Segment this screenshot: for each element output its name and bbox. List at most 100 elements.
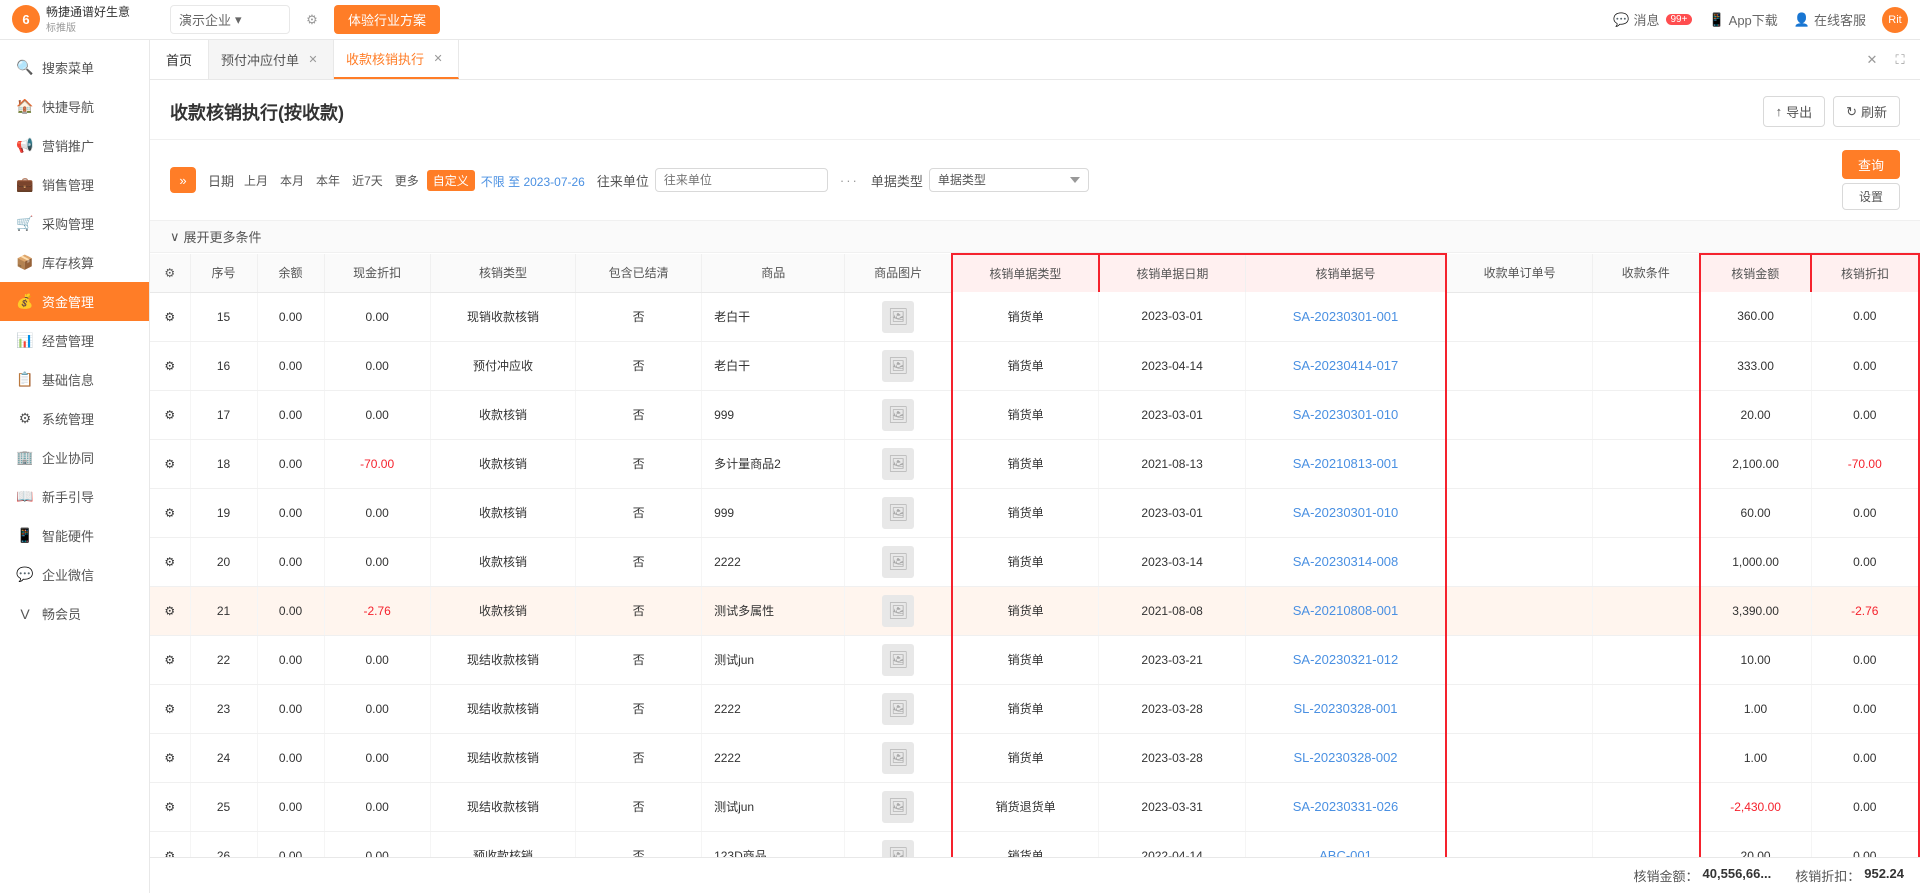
bill-no-link[interactable]: SA-20230321-012 [1293,652,1399,667]
cell-gear[interactable]: ⚙ [150,831,190,857]
bill-no-link[interactable]: SL-20230328-001 [1293,701,1397,716]
sidebar-item-corp-wx[interactable]: 💬 企业微信 [0,555,149,594]
app-download-button[interactable]: 📱 App下载 [1708,10,1777,29]
filter-expand-button[interactable]: » [170,167,196,193]
date-link-7days[interactable]: 近7天 [348,170,387,191]
cell-cash-discount: -70.00 [324,439,430,488]
cell-product-img: 🖼 [845,292,952,341]
trial-industry-button[interactable]: 体验行业方案 [334,5,440,34]
query-button[interactable]: 查询 [1842,150,1900,179]
cell-writeoff-type: 现销收款核销 [430,292,575,341]
close-window-button[interactable]: ✕ [1860,48,1884,72]
cell-gear[interactable]: ⚙ [150,586,190,635]
sidebar-item-inventory[interactable]: 📦 库存核算 [0,243,149,282]
cell-gear[interactable]: ⚙ [150,635,190,684]
online-service-button[interactable]: 👤 在线客服 [1794,10,1866,29]
cell-cash-discount: 0.00 [324,292,430,341]
cell-gear[interactable]: ⚙ [150,684,190,733]
bill-no-link[interactable]: ABC-001 [1319,848,1372,857]
cell-balance: 0.00 [257,684,324,733]
sidebar-item-operations[interactable]: 📊 经营管理 [0,321,149,360]
sidebar-item-label: 企业微信 [42,565,94,584]
bill-no-link[interactable]: SA-20210808-001 [1293,603,1399,618]
bill-no-link[interactable]: SA-20230301-001 [1293,309,1399,324]
cell-product: 测试jun [702,782,845,831]
cell-receipt-cond [1593,733,1700,782]
cell-include-settled: 否 [576,684,702,733]
sidebar-item-quick-nav[interactable]: 🏠 快捷导航 [0,87,149,126]
tab-receipt-exec[interactable]: 收款核销执行 ✕ [334,40,459,79]
settings-icon[interactable]: ⚙ [298,6,326,34]
bill-no-link[interactable]: SA-20230301-010 [1293,407,1399,422]
sidebar-item-guide[interactable]: 📖 新手引导 [0,477,149,516]
tab-prepay[interactable]: 预付冲应付单 ✕ [209,40,334,79]
cell-bill-date: 2022-04-14 [1099,831,1245,857]
maximize-button[interactable]: ⛶ [1888,48,1912,72]
date-link-this-month[interactable]: 本月 [276,170,308,191]
receipt-type-select[interactable]: 单据类型 [929,168,1089,192]
cell-balance: 0.00 [257,390,324,439]
cell-receipt-order-no [1446,341,1592,390]
sidebar-item-corp-collab[interactable]: 🏢 企业协同 [0,438,149,477]
total-amount-value: 40,556,66... [1703,866,1772,885]
sidebar-item-sales[interactable]: 💼 销售管理 [0,165,149,204]
cell-gear[interactable]: ⚙ [150,292,190,341]
bill-no-link[interactable]: SA-20230301-010 [1293,505,1399,520]
tab-home[interactable]: 首页 [150,40,209,79]
notifications-button[interactable]: 💬 消息 99+ [1613,10,1692,29]
bill-no-link[interactable]: SA-20230414-017 [1293,358,1399,373]
filter-settings-button[interactable]: 设置 [1842,183,1900,210]
cell-gear[interactable]: ⚙ [150,341,190,390]
export-button[interactable]: ↑ 导出 [1763,96,1826,127]
cell-bill-date: 2023-03-28 [1099,684,1245,733]
cell-gear[interactable]: ⚙ [150,488,190,537]
cell-cash-discount: 0.00 [324,488,430,537]
cell-bill-type: 销货退货单 [952,782,1099,831]
tab-close-receipt-exec[interactable]: ✕ [430,51,446,67]
sidebar-item-sys-mgmt[interactable]: ⚙ 系统管理 [0,399,149,438]
expand-more-bar[interactable]: ∨ 展开更多条件 [150,221,1920,253]
table-container[interactable]: ⚙ 序号 余额 现金折扣 核销类型 包含已结清 商品 商品图片 核销单据类型 核… [150,253,1920,857]
cell-gear[interactable]: ⚙ [150,782,190,831]
cell-gear[interactable]: ⚙ [150,390,190,439]
bill-no-link[interactable]: SA-20210813-001 [1293,456,1399,471]
cell-balance: 0.00 [257,831,324,857]
date-link-custom[interactable]: 自定义 [427,170,475,191]
col-bill-no: 核销单据号 [1245,254,1446,292]
refresh-button[interactable]: ↻ 刷新 [1833,96,1900,127]
sidebar-item-search-menu[interactable]: 🔍 搜索菜单 [0,48,149,87]
cell-bill-type: 销货单 [952,488,1099,537]
cell-gear[interactable]: ⚙ [150,733,190,782]
cell-include-settled: 否 [576,831,702,857]
cell-seq: 24 [190,733,257,782]
cell-gear[interactable]: ⚙ [150,439,190,488]
bill-no-link[interactable]: SA-20230331-026 [1293,799,1399,814]
date-link-more[interactable]: 更多 [391,170,423,191]
sidebar-item-vip[interactable]: V 畅会员 [0,594,149,633]
cell-seq: 21 [190,586,257,635]
bill-no-link[interactable]: SA-20230314-008 [1293,554,1399,569]
sidebar-item-basic-info[interactable]: 📋 基础信息 [0,360,149,399]
partner-input[interactable] [655,168,828,192]
tab-close-prepay[interactable]: ✕ [305,52,321,68]
basic-info-icon: 📋 [16,371,34,389]
cell-writeoff-type: 收款核销 [430,439,575,488]
cell-product: 多计量商品2 [702,439,845,488]
cell-cash-discount: 0.00 [324,635,430,684]
sidebar-item-marketing[interactable]: 📢 营销推广 [0,126,149,165]
cell-include-settled: 否 [576,635,702,684]
sidebar-item-finance[interactable]: 💰 资金管理 [0,282,149,321]
sidebar-item-smart-hw[interactable]: 📱 智能硬件 [0,516,149,555]
avatar[interactable]: Rit [1882,7,1908,33]
company-selector[interactable]: 演示企业 ▾ [170,5,290,34]
sidebar-item-purchase[interactable]: 🛒 采购管理 [0,204,149,243]
col-gear[interactable]: ⚙ [150,254,190,292]
cell-bill-type: 销货单 [952,439,1099,488]
cell-writeoff-amount: 1.00 [1700,684,1811,733]
cell-product-img: 🖼 [845,831,952,857]
date-link-last-month[interactable]: 上月 [240,170,272,191]
bill-no-link[interactable]: SL-20230328-002 [1293,750,1397,765]
cell-bill-type: 销货单 [952,733,1099,782]
date-link-this-year[interactable]: 本年 [312,170,344,191]
cell-gear[interactable]: ⚙ [150,537,190,586]
